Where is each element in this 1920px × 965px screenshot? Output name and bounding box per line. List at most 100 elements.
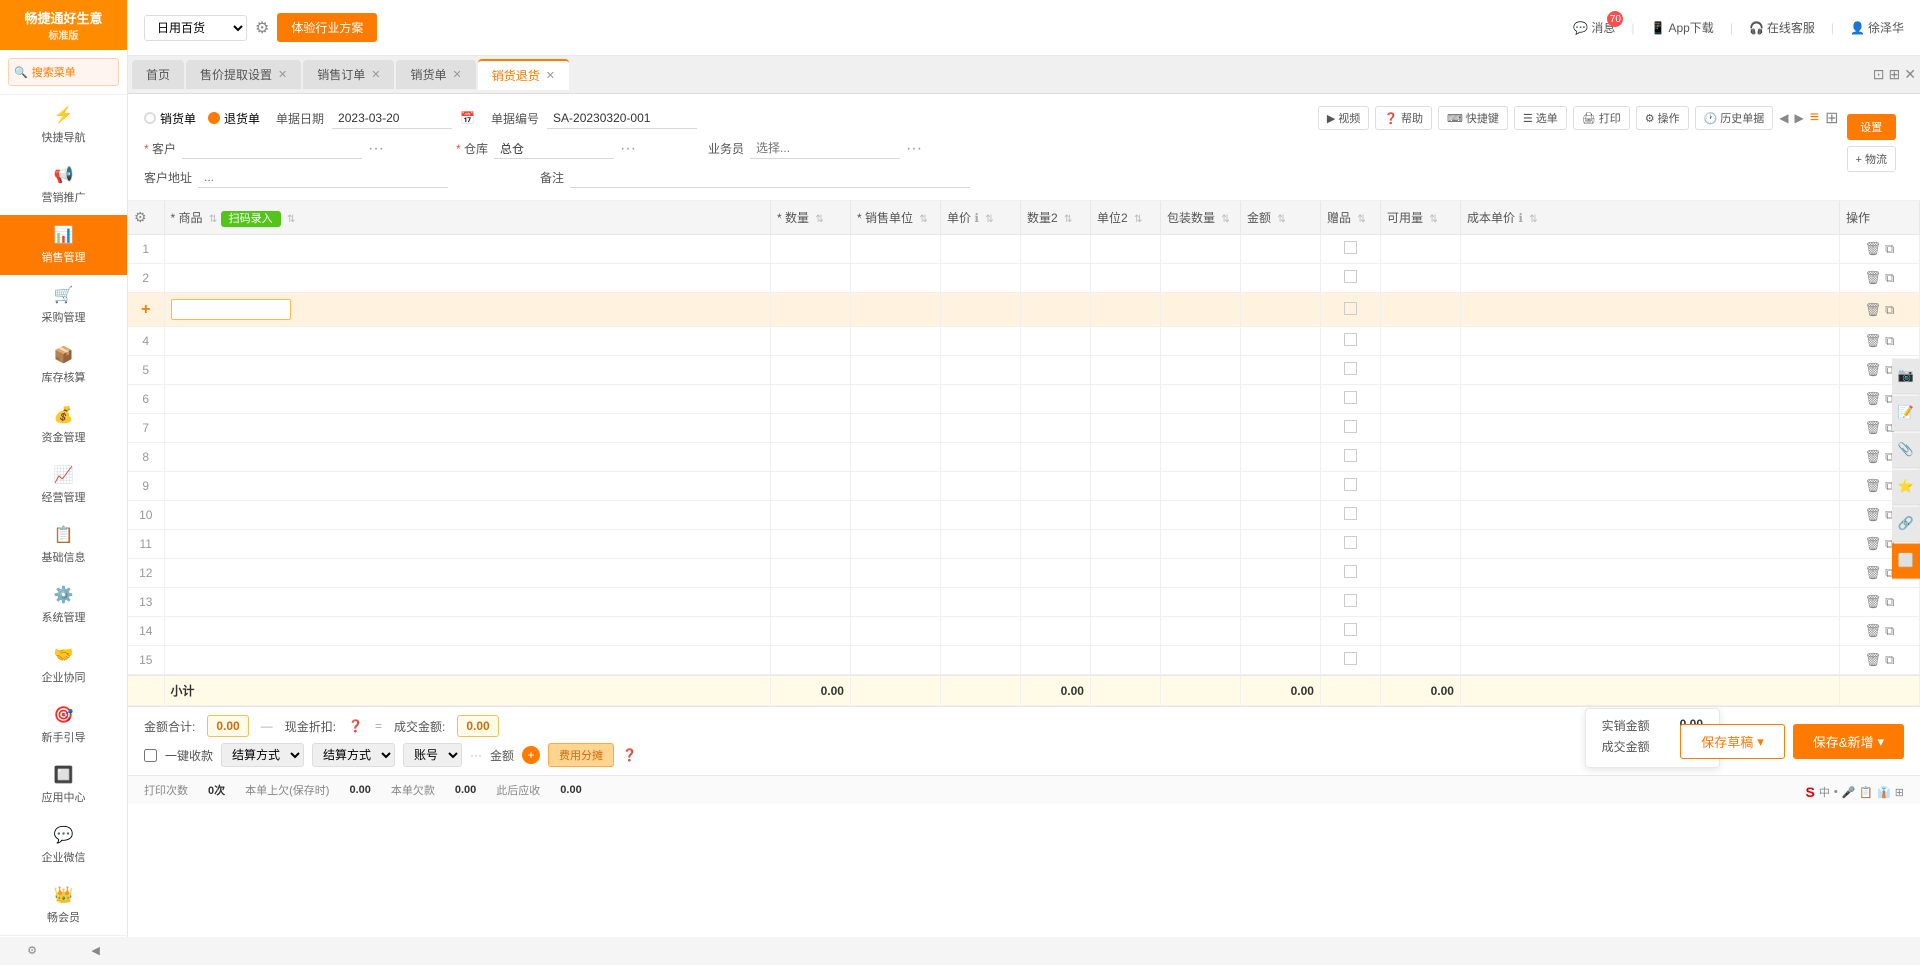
unit2-cell[interactable] bbox=[1090, 501, 1160, 530]
sales-unit-cell[interactable] bbox=[850, 293, 940, 327]
sales-unit-cell[interactable] bbox=[850, 530, 940, 559]
available-cell[interactable] bbox=[1380, 472, 1460, 501]
pkg-qty-cell[interactable] bbox=[1160, 617, 1240, 646]
amount-cell[interactable] bbox=[1240, 588, 1320, 617]
history-btn[interactable]: 🕐 历史单据 bbox=[1695, 106, 1774, 130]
unit2-cell[interactable] bbox=[1090, 264, 1160, 293]
quantity-cell[interactable] bbox=[770, 559, 850, 588]
rfloat-active-btn[interactable]: ⬜ bbox=[1892, 543, 1920, 579]
gift-cell[interactable] bbox=[1320, 617, 1380, 646]
available-cell[interactable] bbox=[1380, 385, 1460, 414]
gift-checkbox[interactable] bbox=[1344, 391, 1357, 404]
sidebar-item-newbie[interactable]: 🎯 新手引导 bbox=[0, 695, 127, 755]
toolbar-icon-2[interactable]: • bbox=[1834, 786, 1838, 798]
product-cell[interactable] bbox=[164, 235, 770, 264]
print-btn[interactable]: 🖨 打印 bbox=[1573, 106, 1630, 130]
pkg-qty-cell[interactable] bbox=[1160, 646, 1240, 675]
tab-sales-delivery-close-icon[interactable]: ✕ bbox=[453, 68, 462, 81]
unit-price-cell[interactable] bbox=[940, 646, 1020, 675]
gift-checkbox[interactable] bbox=[1344, 623, 1357, 636]
unit2-cell[interactable] bbox=[1090, 327, 1160, 356]
unit-price-cell[interactable] bbox=[940, 385, 1020, 414]
pkg-qty-cell[interactable] bbox=[1160, 443, 1240, 472]
sales-unit-cell[interactable] bbox=[850, 559, 940, 588]
shortcut-btn[interactable]: ⌨ 快捷键 bbox=[1438, 106, 1508, 130]
warehouse-input[interactable] bbox=[494, 138, 614, 159]
toolbar-icon-5[interactable]: 👔 bbox=[1877, 786, 1891, 799]
amount-cell[interactable] bbox=[1240, 472, 1320, 501]
delete-row-icon[interactable]: 🗑 bbox=[1865, 594, 1882, 610]
sales-unit-cell[interactable] bbox=[850, 646, 940, 675]
sidebar-item-operations[interactable]: 📈 经营管理 bbox=[0, 455, 127, 515]
unit-price-cell[interactable] bbox=[940, 588, 1020, 617]
sales-unit-cell[interactable] bbox=[850, 617, 940, 646]
unit-price-cell[interactable] bbox=[940, 235, 1020, 264]
copy-row-icon[interactable]: ⧉ bbox=[1885, 652, 1894, 668]
customer-dots-icon[interactable]: ··· bbox=[368, 140, 384, 158]
pkg-qty-cell[interactable] bbox=[1160, 293, 1240, 327]
qty2-cell[interactable] bbox=[1020, 530, 1090, 559]
unit2-cell[interactable] bbox=[1090, 235, 1160, 264]
sidebar-item-enterprise[interactable]: 🤝 企业协同 bbox=[0, 635, 127, 695]
remark-input[interactable] bbox=[570, 167, 970, 188]
unit-price-cell[interactable] bbox=[940, 530, 1020, 559]
cost-price-cell[interactable] bbox=[1460, 356, 1839, 385]
available-cell[interactable] bbox=[1380, 414, 1460, 443]
sidebar-item-basic[interactable]: 📋 基础信息 bbox=[0, 515, 127, 575]
sales-unit-cell[interactable] bbox=[850, 472, 940, 501]
sales-unit-cell[interactable] bbox=[850, 235, 940, 264]
product-cell[interactable] bbox=[164, 327, 770, 356]
operate-btn[interactable]: ⚙ 操作 bbox=[1636, 106, 1689, 130]
quantity-cell[interactable] bbox=[770, 385, 850, 414]
amount-cell[interactable] bbox=[1240, 235, 1320, 264]
sidebar-collapse-btn[interactable]: ◀ bbox=[83, 936, 107, 965]
sidebar-item-member[interactable]: 👑 畅会员 bbox=[0, 875, 127, 935]
quantity-cell[interactable] bbox=[770, 530, 850, 559]
gift-cell[interactable] bbox=[1320, 264, 1380, 293]
product-cell[interactable] bbox=[164, 472, 770, 501]
gift-checkbox[interactable] bbox=[1344, 536, 1357, 549]
grid-view-icon[interactable]: ⊞ bbox=[1825, 108, 1838, 128]
gift-cell[interactable] bbox=[1320, 356, 1380, 385]
unit-price-cell[interactable] bbox=[940, 356, 1020, 385]
gift-cell[interactable] bbox=[1320, 588, 1380, 617]
unit2-cell[interactable] bbox=[1090, 356, 1160, 385]
amount-cell[interactable] bbox=[1240, 414, 1320, 443]
delete-row-icon[interactable]: 🗑 bbox=[1865, 302, 1882, 318]
gift-checkbox[interactable] bbox=[1344, 449, 1357, 462]
rfloat-note-btn[interactable]: 📝 bbox=[1892, 395, 1920, 431]
unit2-cell[interactable] bbox=[1090, 617, 1160, 646]
gift-cell[interactable] bbox=[1320, 559, 1380, 588]
tab-maximize-btn[interactable]: ⊡ bbox=[1873, 66, 1885, 83]
cost-price-cell[interactable] bbox=[1460, 646, 1839, 675]
quantity-cell[interactable] bbox=[770, 414, 850, 443]
amount-cell[interactable] bbox=[1240, 385, 1320, 414]
user-avatar[interactable]: 👤 徐泽华 bbox=[1850, 19, 1904, 36]
delete-row-icon[interactable]: 🗑 bbox=[1865, 391, 1882, 407]
sales-unit-cell[interactable] bbox=[850, 501, 940, 530]
settings-side-btn[interactable]: 设置 bbox=[1847, 114, 1896, 140]
available-cell[interactable] bbox=[1380, 443, 1460, 472]
delete-row-icon[interactable]: 🗑 bbox=[1865, 241, 1882, 257]
available-cell[interactable] bbox=[1380, 501, 1460, 530]
qty2-sort-icon[interactable]: ⇅ bbox=[1064, 214, 1072, 225]
online-service-btn[interactable]: 🎧 在线客服 bbox=[1749, 19, 1815, 36]
pkg-qty-cell[interactable] bbox=[1160, 327, 1240, 356]
gift-checkbox[interactable] bbox=[1344, 420, 1357, 433]
qty2-cell[interactable] bbox=[1020, 356, 1090, 385]
gift-checkbox[interactable] bbox=[1344, 270, 1357, 283]
gift-checkbox[interactable] bbox=[1344, 478, 1357, 491]
product-cell[interactable] bbox=[164, 588, 770, 617]
add-btn[interactable]: + bbox=[522, 746, 540, 764]
account-select[interactable]: 账号 bbox=[403, 743, 462, 767]
amount-cell[interactable] bbox=[1240, 264, 1320, 293]
qty2-cell[interactable] bbox=[1020, 264, 1090, 293]
gift-cell[interactable] bbox=[1320, 443, 1380, 472]
sidebar-item-sales[interactable]: 📊 销售管理 bbox=[0, 215, 127, 275]
qty2-cell[interactable] bbox=[1020, 559, 1090, 588]
unit-price-cell[interactable] bbox=[940, 414, 1020, 443]
unit2-cell[interactable] bbox=[1090, 472, 1160, 501]
calendar-icon[interactable]: 📅 bbox=[460, 111, 475, 125]
available-cell[interactable] bbox=[1380, 530, 1460, 559]
fee-split-btn[interactable]: 费用分摊 bbox=[548, 743, 614, 767]
